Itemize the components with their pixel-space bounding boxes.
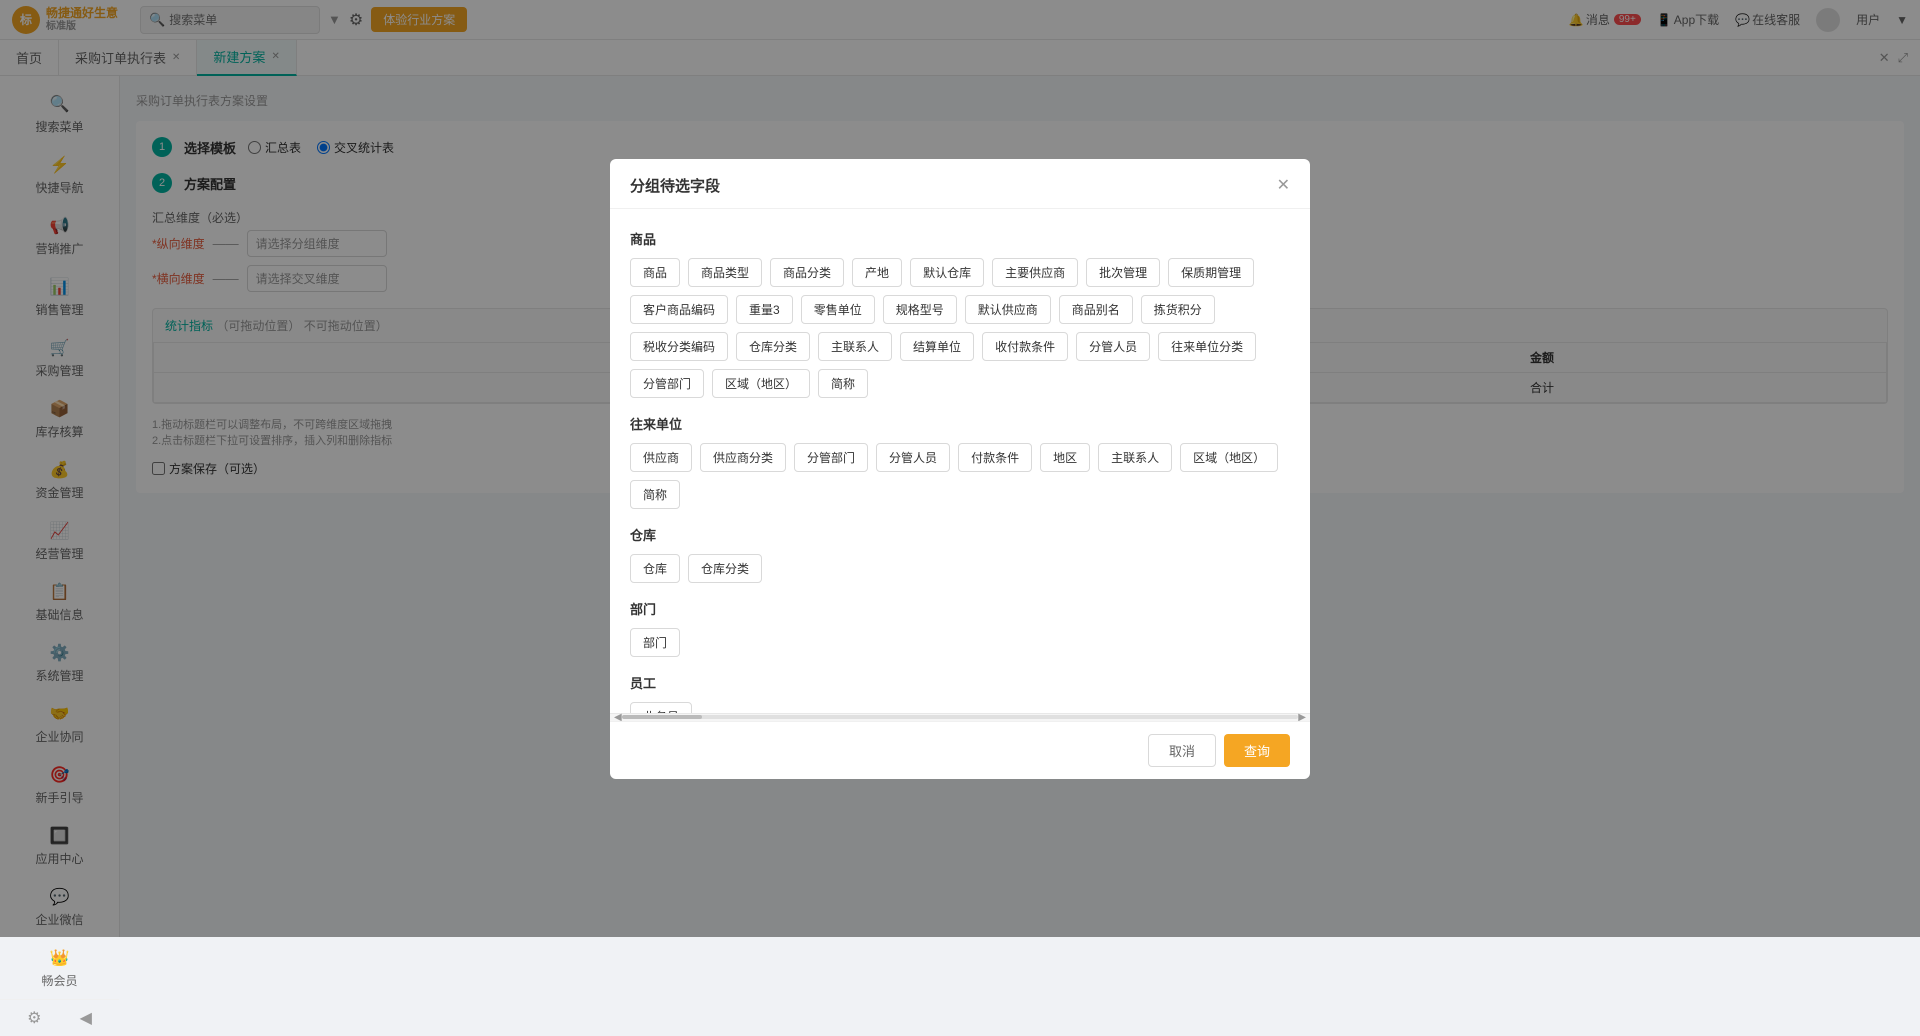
- dialog-hscroll[interactable]: ◀ ▶: [610, 713, 1310, 721]
- hscroll-thumb: [622, 715, 702, 719]
- field-grid-往来单位: 供应商供应商分类分管部门分管人员付款条件地区主联系人区域（地区） 简称: [630, 443, 1290, 509]
- field-tag[interactable]: 分管人员: [1076, 332, 1150, 361]
- field-tag[interactable]: 简称: [630, 480, 680, 509]
- dialog-header: 分组待选字段 ✕: [610, 159, 1310, 209]
- member-icon: 👑: [50, 948, 70, 968]
- field-tag[interactable]: 业务员: [630, 702, 692, 713]
- field-tag[interactable]: 仓库: [630, 554, 680, 583]
- section-title-仓库: 仓库: [630, 525, 1290, 544]
- field-grid-仓库: 仓库仓库分类: [630, 554, 1290, 583]
- field-tag[interactable]: 税收分类编码: [630, 332, 728, 361]
- field-tag[interactable]: 仓库分类: [736, 332, 810, 361]
- field-tag[interactable]: 付款条件: [958, 443, 1032, 472]
- field-tag[interactable]: 客户商品编码: [630, 295, 728, 324]
- field-tag[interactable]: 分管部门: [794, 443, 868, 472]
- confirm-button[interactable]: 查询: [1224, 734, 1290, 767]
- section-title-往来单位: 往来单位: [630, 414, 1290, 433]
- field-grid-商品: 商品商品类型商品分类产地默认仓库主要供应商批次管理保质期管理客户商品编码重量3 零…: [630, 258, 1290, 398]
- field-tag[interactable]: 商品: [630, 258, 680, 287]
- field-tag[interactable]: 默认供应商: [965, 295, 1051, 324]
- field-tag[interactable]: 重量3: [736, 295, 793, 324]
- sidebar-settings-icon[interactable]: ⚙: [27, 1008, 41, 1028]
- field-tag[interactable]: 主要供应商: [992, 258, 1078, 287]
- dialog-footer: 取消 查询: [610, 721, 1310, 779]
- dialog: 分组待选字段 ✕ 商品商品商品类型商品分类产地默认仓库主要供应商批次管理保质期管…: [610, 159, 1310, 779]
- field-tag[interactable]: 规格型号: [883, 295, 957, 324]
- field-tag[interactable]: 零售单位: [801, 295, 875, 324]
- field-tag[interactable]: 商品分类: [770, 258, 844, 287]
- sidebar-item-member[interactable]: 👑 畅会员: [0, 938, 119, 999]
- sidebar-bottom: ⚙ ◀: [0, 999, 119, 1036]
- field-tag[interactable]: 收付款条件: [982, 332, 1068, 361]
- field-tag[interactable]: 商品类型: [688, 258, 762, 287]
- field-tag[interactable]: 部门: [630, 628, 680, 657]
- field-tag[interactable]: 分管人员: [876, 443, 950, 472]
- field-tag[interactable]: 产地: [852, 258, 902, 287]
- field-tag[interactable]: 批次管理: [1086, 258, 1160, 287]
- dialog-body: 商品商品商品类型商品分类产地默认仓库主要供应商批次管理保质期管理客户商品编码重量…: [610, 209, 1310, 713]
- dialog-overlay: 分组待选字段 ✕ 商品商品商品类型商品分类产地默认仓库主要供应商批次管理保质期管…: [0, 0, 1920, 937]
- hscroll-track[interactable]: [622, 715, 1299, 719]
- section-title-商品: 商品: [630, 229, 1290, 248]
- field-tag[interactable]: 默认仓库: [910, 258, 984, 287]
- sidebar-collapse-icon[interactable]: ◀: [80, 1008, 92, 1028]
- field-tag[interactable]: 分管部门: [630, 369, 704, 398]
- field-tag[interactable]: 商品别名: [1059, 295, 1133, 324]
- field-tag[interactable]: 区域（地区）: [712, 369, 810, 398]
- dialog-title: 分组待选字段: [630, 175, 720, 196]
- field-tag[interactable]: 往来单位分类: [1158, 332, 1256, 361]
- section-title-员工: 员工: [630, 673, 1290, 692]
- field-tag[interactable]: 简称: [818, 369, 868, 398]
- field-tag[interactable]: 拣货积分: [1141, 295, 1215, 324]
- field-tag[interactable]: 供应商: [630, 443, 692, 472]
- field-tag[interactable]: 保质期管理: [1168, 258, 1254, 287]
- dialog-close-icon[interactable]: ✕: [1277, 175, 1290, 195]
- field-grid-部门: 部门: [630, 628, 1290, 657]
- sidebar-item-member-label: 畅会员: [41, 972, 77, 989]
- field-tag[interactable]: 主联系人: [1098, 443, 1172, 472]
- cancel-button[interactable]: 取消: [1148, 734, 1216, 767]
- field-tag[interactable]: 区域（地区）: [1180, 443, 1278, 472]
- field-tag[interactable]: 结算单位: [900, 332, 974, 361]
- field-tag[interactable]: 主联系人: [818, 332, 892, 361]
- field-tag[interactable]: 供应商分类: [700, 443, 786, 472]
- field-grid-员工: 业务员: [630, 702, 1290, 713]
- section-title-部门: 部门: [630, 599, 1290, 618]
- field-tag[interactable]: 地区: [1040, 443, 1090, 472]
- field-tag[interactable]: 仓库分类: [688, 554, 762, 583]
